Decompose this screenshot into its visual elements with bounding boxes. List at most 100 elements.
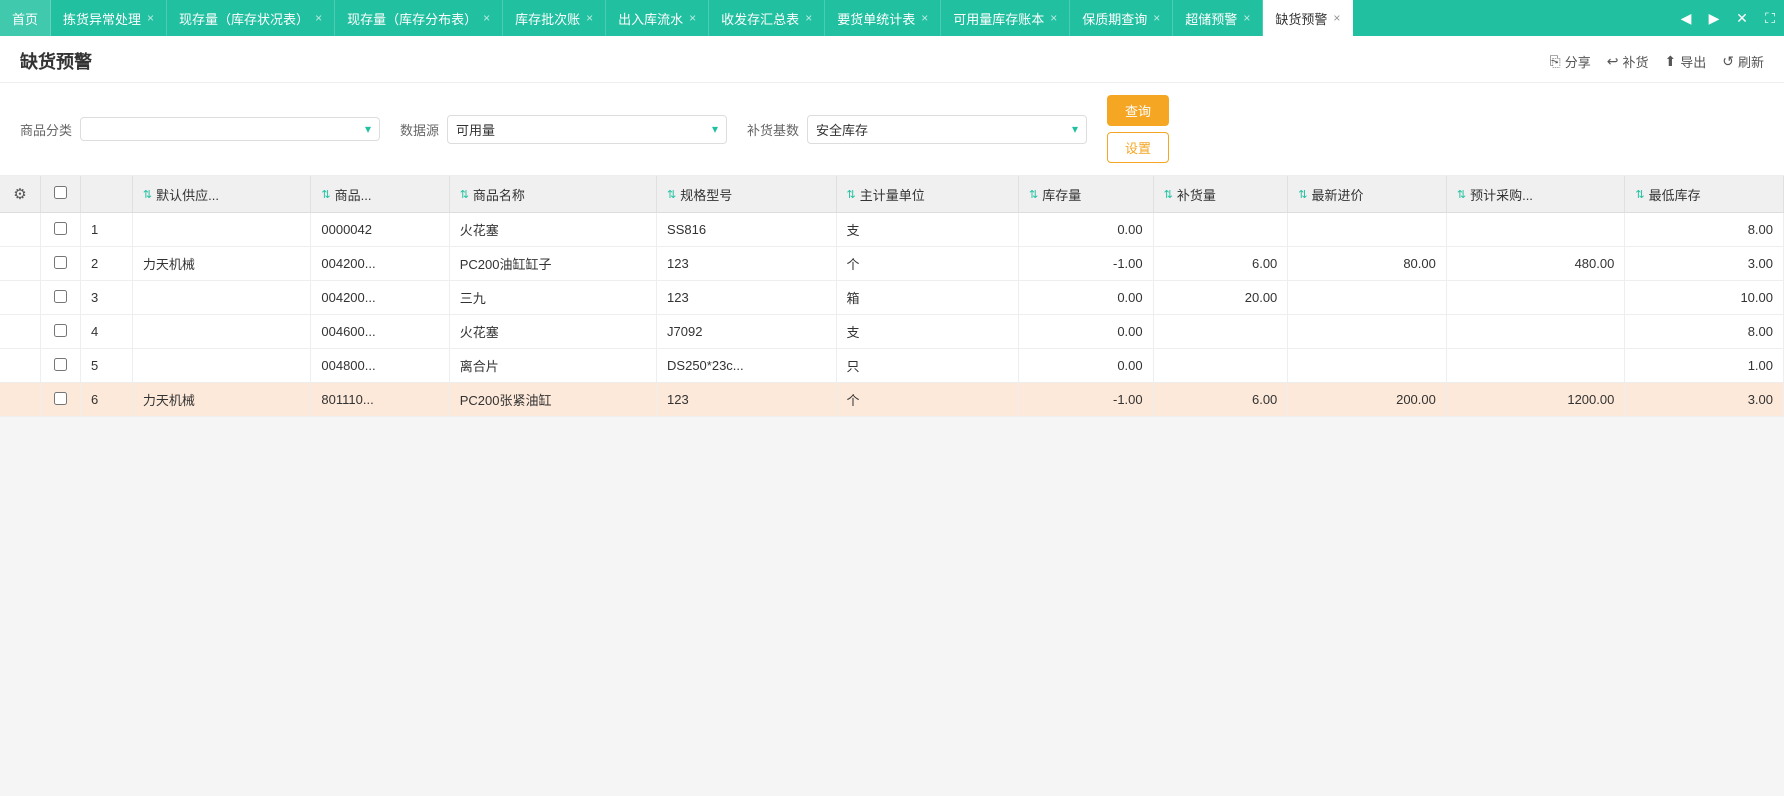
cell-stock-qty-1: -1.00	[1018, 247, 1153, 281]
row-checkbox-2[interactable]	[54, 290, 67, 303]
cell-seq-0: 1	[81, 213, 133, 247]
row-checkbox-5[interactable]	[54, 392, 67, 405]
tab-close-batch-account[interactable]: ×	[586, 11, 593, 25]
tab-inout-flow[interactable]: 出入库流水×	[606, 0, 709, 36]
replenish-basis-filter-group: 补货基数 安全库存 ▾	[747, 115, 1087, 144]
th-stock-qty-label: 库存量	[1042, 185, 1081, 204]
cell-supplier-5: 力天机械	[132, 383, 310, 417]
settings-gear-icon[interactable]: ⚙	[10, 184, 30, 204]
tab-close-stock-dist[interactable]: ×	[483, 11, 490, 25]
supplier-sort-icon: ⇅	[143, 188, 152, 201]
replenish-basis-select[interactable]: 安全库存 ▾	[807, 115, 1087, 144]
header-actions: ⎘ 分享 ↩ 补货 ⬆ 导出 ↺ 刷新	[1550, 52, 1764, 71]
th-est-purchase-label: 预计采购...	[1470, 185, 1533, 204]
cell-checkbox-4[interactable]	[41, 349, 81, 383]
th-spec[interactable]: ⇅ 规格型号	[657, 176, 836, 213]
tab-expiry-query[interactable]: 保质期查询×	[1070, 0, 1173, 36]
th-min-stock[interactable]: ⇅ 最低库存	[1625, 176, 1784, 213]
th-product-code[interactable]: ⇅ 商品...	[311, 176, 449, 213]
table-row[interactable]: 5004800...离合片DS250*23c...只0.001.00	[0, 349, 1784, 383]
select-all-checkbox[interactable]	[54, 186, 67, 199]
th-latest-price[interactable]: ⇅ 最新进价	[1288, 176, 1447, 213]
tab-home[interactable]: 首页	[0, 0, 51, 36]
tab-stock-status[interactable]: 现存量（库存状况表）×	[167, 0, 335, 36]
replenish-button[interactable]: ↩ 补货	[1607, 52, 1649, 71]
cell-supplier-2	[132, 281, 310, 315]
refresh-icon: ↺	[1722, 53, 1734, 70]
stock-qty-sort-icon: ⇅	[1029, 188, 1038, 201]
th-est-purchase[interactable]: ⇅ 预计采购...	[1446, 176, 1624, 213]
tab-close-order-stats[interactable]: ×	[921, 11, 928, 25]
tab-prev-btn[interactable]: ◀	[1672, 0, 1700, 36]
tab-receive-summary[interactable]: 收发存汇总表×	[709, 0, 825, 36]
tab-close-inout-flow[interactable]: ×	[689, 11, 696, 25]
tab-fullscreen-btn[interactable]: ⛶	[1756, 0, 1784, 36]
row-checkbox-0[interactable]	[54, 222, 67, 235]
refresh-button[interactable]: ↺ 刷新	[1722, 52, 1764, 71]
th-min-stock-label: 最低库存	[1649, 185, 1701, 204]
tab-close-overstock[interactable]: ×	[1243, 11, 1250, 25]
settings-button[interactable]: 设置	[1107, 132, 1169, 163]
th-product-name[interactable]: ⇅ 商品名称	[449, 176, 656, 213]
row-checkbox-3[interactable]	[54, 324, 67, 337]
query-button[interactable]: 查询	[1107, 95, 1169, 126]
row-checkbox-4[interactable]	[54, 358, 67, 371]
datasource-label: 数据源	[400, 120, 439, 139]
cell-settings-2	[0, 281, 41, 315]
th-replenish-qty-label: 补货量	[1177, 185, 1216, 204]
cell-product-name-1: PC200油缸缸子	[449, 247, 656, 281]
category-select[interactable]: ▾	[80, 117, 380, 141]
tab-label-order-stats: 要货单统计表	[837, 9, 915, 28]
cell-settings-0	[0, 213, 41, 247]
tab-next-btn[interactable]: ▶	[1700, 0, 1728, 36]
cell-spec-5: 123	[657, 383, 836, 417]
cell-settings-3	[0, 315, 41, 349]
tab-stock-dist[interactable]: 现存量（库存分布表）×	[335, 0, 503, 36]
category-label: 商品分类	[20, 120, 72, 139]
table-row[interactable]: 2力天机械004200...PC200油缸缸子123个-1.006.0080.0…	[0, 247, 1784, 281]
tab-overstock[interactable]: 超储预警×	[1173, 0, 1263, 36]
cell-product-code-1: 004200...	[311, 247, 449, 281]
table-row[interactable]: 10000042火花塞SS816支0.008.00	[0, 213, 1784, 247]
th-supplier[interactable]: ⇅ 默认供应...	[132, 176, 310, 213]
cell-checkbox-2[interactable]	[41, 281, 81, 315]
cell-latest-price-1: 80.00	[1288, 247, 1447, 281]
tab-exception[interactable]: 拣货异常处理×	[51, 0, 167, 36]
tab-close-btn[interactable]: ✕	[1728, 0, 1756, 36]
tab-close-exception[interactable]: ×	[147, 11, 154, 25]
latest-price-sort-icon: ⇅	[1298, 188, 1307, 201]
tab-close-available-ledger[interactable]: ×	[1050, 11, 1057, 25]
th-checkbox	[41, 176, 81, 213]
tab-close-expiry-query[interactable]: ×	[1153, 11, 1160, 25]
tab-order-stats[interactable]: 要货单统计表 ×	[825, 0, 941, 36]
th-stock-qty[interactable]: ⇅ 库存量	[1018, 176, 1153, 213]
table-row[interactable]: 4004600...火花塞J7092支0.008.00	[0, 315, 1784, 349]
cell-checkbox-3[interactable]	[41, 315, 81, 349]
th-unit[interactable]: ⇅ 主计量单位	[836, 176, 1018, 213]
cell-checkbox-5[interactable]	[41, 383, 81, 417]
table-row[interactable]: 3004200...三九123箱0.0020.0010.00	[0, 281, 1784, 315]
cell-checkbox-0[interactable]	[41, 213, 81, 247]
th-replenish-qty[interactable]: ⇅ 补货量	[1153, 176, 1288, 213]
cell-min-stock-5: 3.00	[1625, 383, 1784, 417]
cell-product-name-3: 火花塞	[449, 315, 656, 349]
cell-checkbox-1[interactable]	[41, 247, 81, 281]
export-button[interactable]: ⬆ 导出	[1665, 52, 1707, 71]
tab-close-stock-status[interactable]: ×	[315, 11, 322, 25]
cell-product-code-3: 004600...	[311, 315, 449, 349]
tab-close-shortage[interactable]: ×	[1333, 11, 1340, 25]
cell-product-code-4: 004800...	[311, 349, 449, 383]
tab-shortage[interactable]: 缺货预警×	[1263, 0, 1353, 36]
tab-close-receive-summary[interactable]: ×	[805, 11, 812, 25]
cell-spec-2: 123	[657, 281, 836, 315]
tab-available-ledger[interactable]: 可用量库存账本×	[941, 0, 1070, 36]
cell-est-purchase-0	[1446, 213, 1624, 247]
page-container: 缺货预警 ⎘ 分享 ↩ 补货 ⬆ 导出 ↺ 刷新 商品分类	[0, 36, 1784, 417]
share-icon: ⎘	[1550, 53, 1561, 70]
share-button[interactable]: ⎘ 分享	[1550, 52, 1591, 71]
tab-batch-account[interactable]: 库存批次账×	[503, 0, 606, 36]
table-row[interactable]: 6力天机械801110...PC200张紧油缸123个-1.006.00200.…	[0, 383, 1784, 417]
datasource-select[interactable]: 可用量 ▾	[447, 115, 727, 144]
product-name-sort-icon: ⇅	[460, 188, 469, 201]
row-checkbox-1[interactable]	[54, 256, 67, 269]
